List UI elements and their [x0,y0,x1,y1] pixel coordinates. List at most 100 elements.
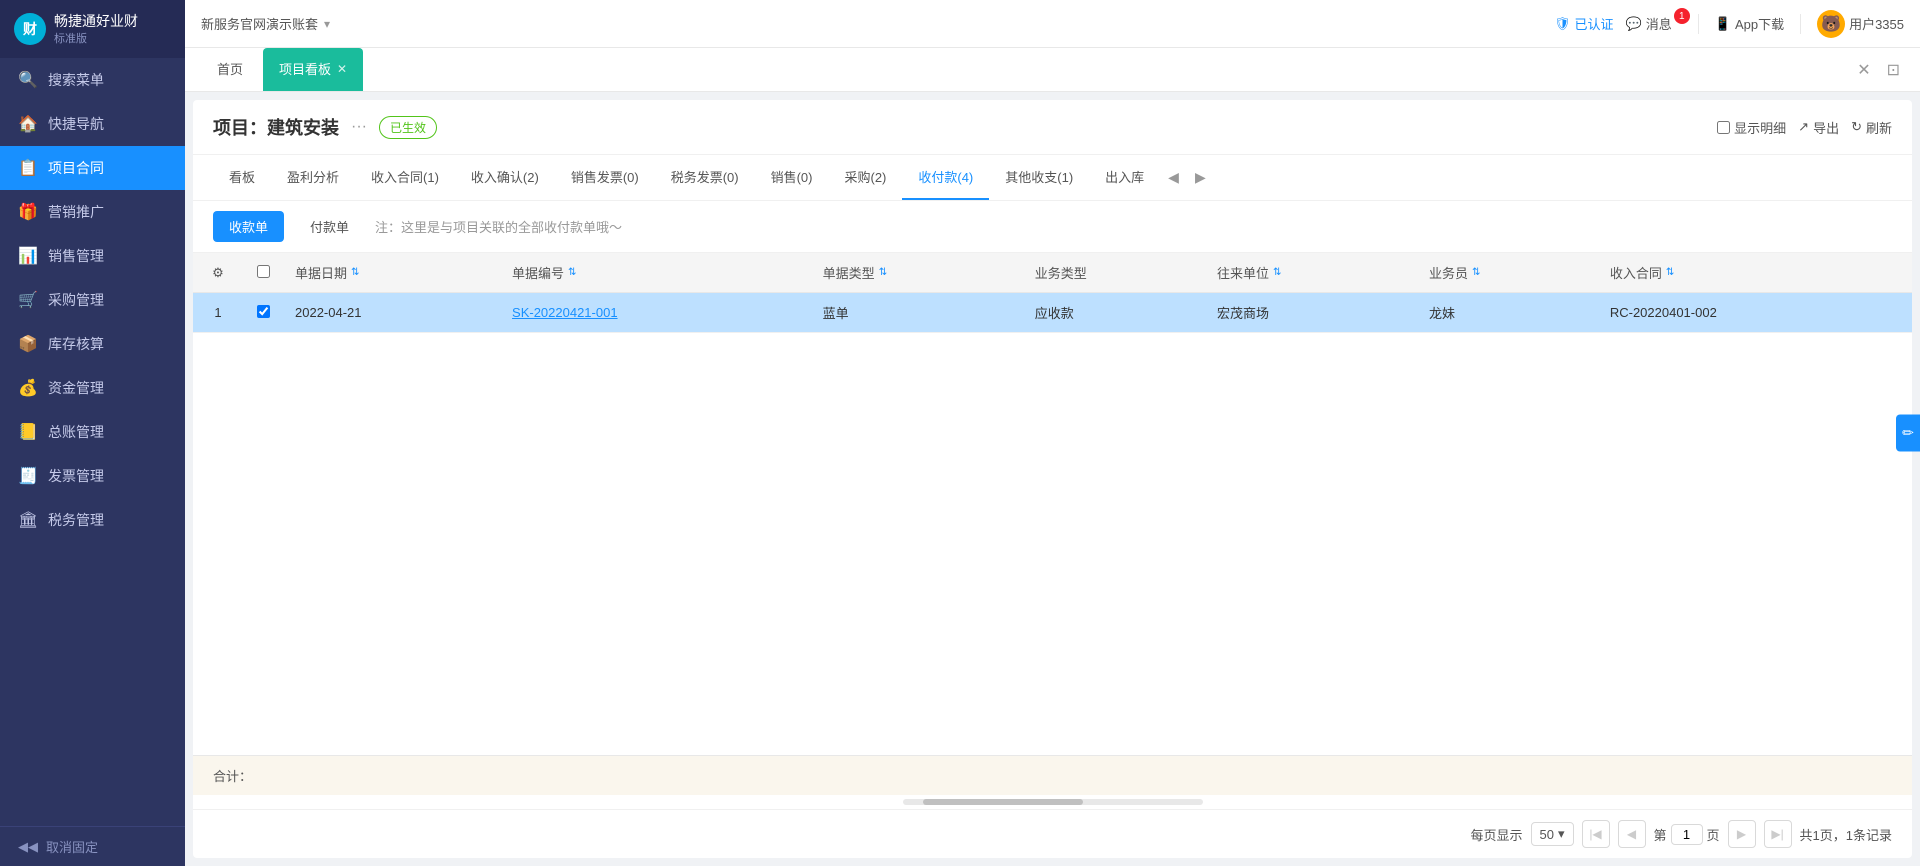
summary-label: 合计： [213,766,252,785]
sub-tab-kanban[interactable]: 看板 [213,155,271,200]
th-income-contract[interactable]: 收入合同 ⇅ [1598,253,1912,293]
data-table: ⚙ 单据日期 ⇅ 单据编号 [193,253,1912,333]
right-panel-toggle[interactable]: ✏ [1896,415,1920,452]
sort-icon: ⇅ [1472,267,1480,278]
per-page-label: 每页显示 [1470,825,1522,844]
sub-tab-collection[interactable]: 收付款(4) [902,155,989,200]
cart-icon: 🛒 [18,290,38,310]
project-title: 项目：建筑安装 [213,114,339,140]
app-name: 畅捷通好业财 [54,12,138,30]
gear-icon[interactable]: ⚙ [212,265,224,280]
sidebar-item-funds[interactable]: 💰 资金管理 [0,366,185,410]
pagination: 每页显示 50 ▾ |◀ ◀ 第 页 ▶ ▶| 共1页，1条记录 [193,809,1912,858]
refresh-icon: ↻ [1851,119,1862,135]
window-restore-icon[interactable]: ⊡ [1883,56,1904,84]
sub-tab-income-confirm[interactable]: 收入确认(2) [455,155,555,200]
sidebar-item-label: 采购管理 [48,290,104,310]
payment-bill-button[interactable]: 付款单 [294,211,365,242]
pin-icon: ◀◀ [18,839,38,855]
sidebar-item-purchase[interactable]: 🛒 采购管理 [0,278,185,322]
collection-bill-button[interactable]: 收款单 [213,211,284,242]
tab-close-icon[interactable]: ✕ [337,62,347,76]
money-icon: 💰 [18,378,38,398]
project-more-button[interactable]: ··· [351,118,367,136]
th-partner[interactable]: 往来单位 ⇅ [1205,253,1417,293]
sidebar-item-quick-nav[interactable]: 🏠 快捷导航 [0,102,185,146]
td-code[interactable]: SK-20220421-001 [500,293,811,333]
tab-project-board[interactable]: 项目看板 ✕ [263,48,363,91]
topbar-right: 💬 消息 1 📱 App下载 🐻 用户3355 [1626,10,1904,38]
tab-home[interactable]: 首页 [201,48,259,91]
sub-tab-tax-invoice[interactable]: 税务发票(0) [655,155,755,200]
project-name: 建筑安装 [267,118,339,138]
sort-icon: ⇅ [351,267,359,278]
td-income-contract: RC-20220401-002 [1598,293,1912,333]
prev-page-button[interactable]: ◀ [1618,820,1646,848]
tabbar: 首页 项目看板 ✕ ✕ ⊡ [185,48,1920,92]
th-date[interactable]: 单据日期 ⇅ [283,253,500,293]
page-input[interactable] [1671,824,1703,845]
sub-tab-profit[interactable]: 盈利分析 [271,155,355,200]
sidebar-item-marketing[interactable]: 🎁 营销推广 [0,190,185,234]
sidebar-item-label: 快捷导航 [48,114,104,134]
show-detail-input[interactable] [1717,121,1730,134]
sub-tab-warehouse[interactable]: 出入库 [1089,155,1160,200]
user-button[interactable]: 🐻 用户3355 [1817,10,1904,38]
sub-tab-purchase[interactable]: 采购(2) [828,155,902,200]
per-page-select[interactable]: 50 ▾ [1531,822,1574,846]
select-all-checkbox[interactable] [257,265,270,278]
sidebar-item-label: 营销推广 [48,202,104,222]
last-page-button[interactable]: ▶| [1764,820,1792,848]
sidebar-item-sales[interactable]: 📊 销售管理 [0,234,185,278]
sidebar: 财 畅捷通好业财 标准版 🔍 搜索菜单 🏠 快捷导航 📋 项目合同 🎁 营销推广… [0,0,185,866]
sidebar-item-invoice[interactable]: 🧾 发票管理 [0,454,185,498]
phone-icon: 📱 [1715,16,1731,32]
th-gear[interactable]: ⚙ [193,253,243,293]
th-biz-type: 业务类型 [1023,253,1205,293]
th-salesman[interactable]: 业务员 ⇅ [1417,253,1598,293]
sidebar-nav: 🔍 搜索菜单 🏠 快捷导航 📋 项目合同 🎁 营销推广 📊 销售管理 🛒 采购管… [0,58,185,826]
export-button[interactable]: ↗ 导出 [1798,118,1839,137]
account-name: 新服务官网演示账套 [201,14,318,33]
table-row[interactable]: 1 2022-04-21 SK-20220421-001 蓝单 [193,293,1912,333]
sidebar-item-tax[interactable]: 🏛 税务管理 [0,498,185,542]
pagination-total: 共1页，1条记录 [1800,825,1892,844]
refresh-button[interactable]: ↻ 刷新 [1851,118,1892,137]
first-page-button[interactable]: |◀ [1582,820,1610,848]
th-type[interactable]: 单据类型 ⇅ [811,253,1023,293]
avatar: 🐻 [1817,10,1845,38]
sub-tabs-prev-arrow[interactable]: ◀ [1160,157,1187,198]
sub-tabs-next-arrow[interactable]: ▶ [1187,157,1214,198]
search-icon: 🔍 [18,70,38,90]
td-partner: 宏茂商场 [1205,293,1417,333]
scroll-thumb[interactable] [923,799,1083,805]
sub-tab-sales-invoice[interactable]: 销售发票(0) [555,155,655,200]
doc-code-link[interactable]: SK-20220421-001 [512,305,618,320]
row-checkbox[interactable] [257,305,270,318]
per-page-value: 50 [1540,827,1554,842]
sidebar-item-search[interactable]: 🔍 搜索菜单 [0,58,185,102]
page-suffix: 页 [1707,825,1720,844]
cancel-pin-button[interactable]: ◀◀ 取消固定 [0,826,185,866]
sidebar-item-inventory[interactable]: 📦 库存核算 [0,322,185,366]
export-label: 导出 [1813,118,1839,137]
divider [1698,14,1699,34]
scroll-indicator[interactable] [193,795,1912,809]
app-download-button[interactable]: 📱 App下载 [1715,14,1784,33]
main-area: 新服务官网演示账套 ▾ 🛡 已认证 💬 消息 1 📱 App下载 🐻 用户335… [185,0,1920,866]
sidebar-item-project-contract[interactable]: 📋 项目合同 [0,146,185,190]
th-code[interactable]: 单据编号 ⇅ [500,253,811,293]
account-selector[interactable]: 新服务官网演示账套 ▾ [201,14,1542,33]
table-wrap: ⚙ 单据日期 ⇅ 单据编号 [193,253,1912,755]
show-detail-checkbox[interactable]: 显示明细 [1717,118,1786,137]
sub-tabs: 看板 盈利分析 收入合同(1) 收入确认(2) 销售发票(0) 税务发票(0) … [193,155,1912,201]
next-page-button[interactable]: ▶ [1728,820,1756,848]
sidebar-item-ledger[interactable]: 📒 总账管理 [0,410,185,454]
sub-tab-other-expense[interactable]: 其他收支(1) [989,155,1089,200]
window-close-icon[interactable]: ✕ [1853,56,1874,84]
chart-icon: 📊 [18,246,38,266]
message-button[interactable]: 💬 消息 1 [1626,14,1682,33]
table-header-row: ⚙ 单据日期 ⇅ 单据编号 [193,253,1912,293]
sub-tab-income-contract[interactable]: 收入合同(1) [355,155,455,200]
sub-tab-sales[interactable]: 销售(0) [755,155,829,200]
